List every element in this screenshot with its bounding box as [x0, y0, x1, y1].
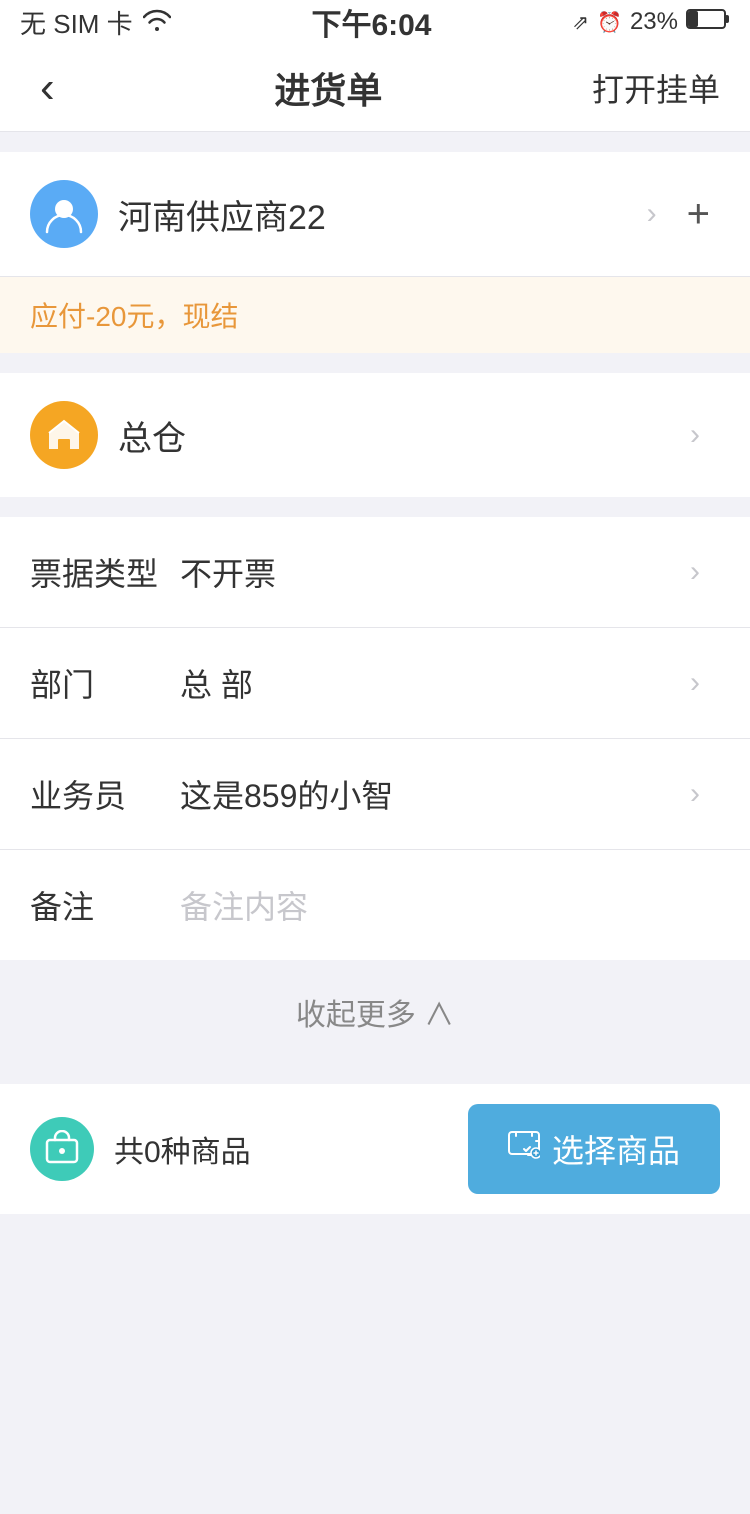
status-time: 下午6:04: [311, 0, 431, 44]
select-product-label: 选择商品: [552, 1126, 680, 1172]
status-left: 无 SIM 卡: [20, 4, 171, 41]
warehouse-chevron-icon: ›: [690, 418, 700, 452]
select-product-button[interactable]: 选择商品: [468, 1104, 720, 1194]
supplier-card: 河南供应商22 › + 应付-20元，现结: [0, 152, 750, 353]
remark-label: 备注: [30, 882, 160, 928]
dept-value: 总 部: [160, 660, 690, 706]
warehouse-icon: [30, 401, 98, 469]
gap1: [0, 132, 750, 152]
supplier-chevron-icon: ›: [647, 197, 657, 231]
supplier-notice: 应付-20元，现结: [0, 277, 750, 353]
select-product-icon: [508, 1131, 540, 1167]
battery-percent: 23%: [630, 8, 678, 36]
form-card: 票据类型 不开票 › 部门 总 部 › 业务员 这是859的小智 › 备注 备注…: [0, 517, 750, 960]
bottom-bar: 共0种商品 选择商品: [0, 1084, 750, 1214]
alarm-icon: ⏰: [597, 10, 622, 35]
gap3: [0, 497, 750, 517]
back-button[interactable]: ‹: [30, 53, 65, 123]
product-icon: [30, 1117, 94, 1181]
location-icon: ⇗: [572, 10, 589, 35]
sales-chevron-icon: ›: [690, 777, 700, 811]
supplier-row: 河南供应商22 › +: [0, 152, 750, 277]
supplier-name[interactable]: 河南供应商22: [118, 190, 647, 239]
invoice-row[interactable]: 票据类型 不开票 ›: [0, 517, 750, 628]
collapse-bar[interactable]: 收起更多 ∧: [0, 960, 750, 1064]
add-supplier-button[interactable]: +: [677, 192, 720, 237]
dept-label: 部门: [30, 660, 160, 706]
remark-input[interactable]: 备注内容: [160, 882, 720, 928]
supplier-avatar: [30, 180, 98, 248]
nav-bar: ‹ 进货单 打开挂单: [0, 44, 750, 132]
open-pending-button[interactable]: 打开挂单: [592, 65, 720, 111]
sales-label: 业务员: [30, 771, 160, 817]
sales-value: 这是859的小智: [160, 771, 690, 817]
dept-chevron-icon: ›: [690, 666, 700, 700]
warehouse-row[interactable]: 总仓 ›: [0, 373, 750, 497]
gap4: [0, 1064, 750, 1084]
remark-row[interactable]: 备注 备注内容: [0, 850, 750, 960]
page-background: [0, 1214, 750, 1514]
warehouse-name: 总仓: [118, 411, 690, 460]
sales-row[interactable]: 业务员 这是859的小智 ›: [0, 739, 750, 850]
invoice-value: 不开票: [160, 549, 690, 595]
status-bar: 无 SIM 卡 下午6:04 ⇗ ⏰ 23%: [0, 0, 750, 44]
gap2: [0, 353, 750, 373]
battery-icon: [686, 8, 730, 37]
sim-text: 无 SIM 卡: [20, 4, 133, 41]
status-right: ⇗ ⏰ 23%: [572, 8, 730, 37]
wifi-icon: [143, 7, 171, 38]
page-title: 进货单: [274, 62, 382, 114]
product-count: 共0种商品: [114, 1127, 468, 1171]
collapse-label: 收起更多 ∧: [296, 999, 454, 1032]
invoice-label: 票据类型: [30, 549, 160, 595]
warehouse-card: 总仓 ›: [0, 373, 750, 497]
dept-row[interactable]: 部门 总 部 ›: [0, 628, 750, 739]
invoice-chevron-icon: ›: [690, 555, 700, 589]
